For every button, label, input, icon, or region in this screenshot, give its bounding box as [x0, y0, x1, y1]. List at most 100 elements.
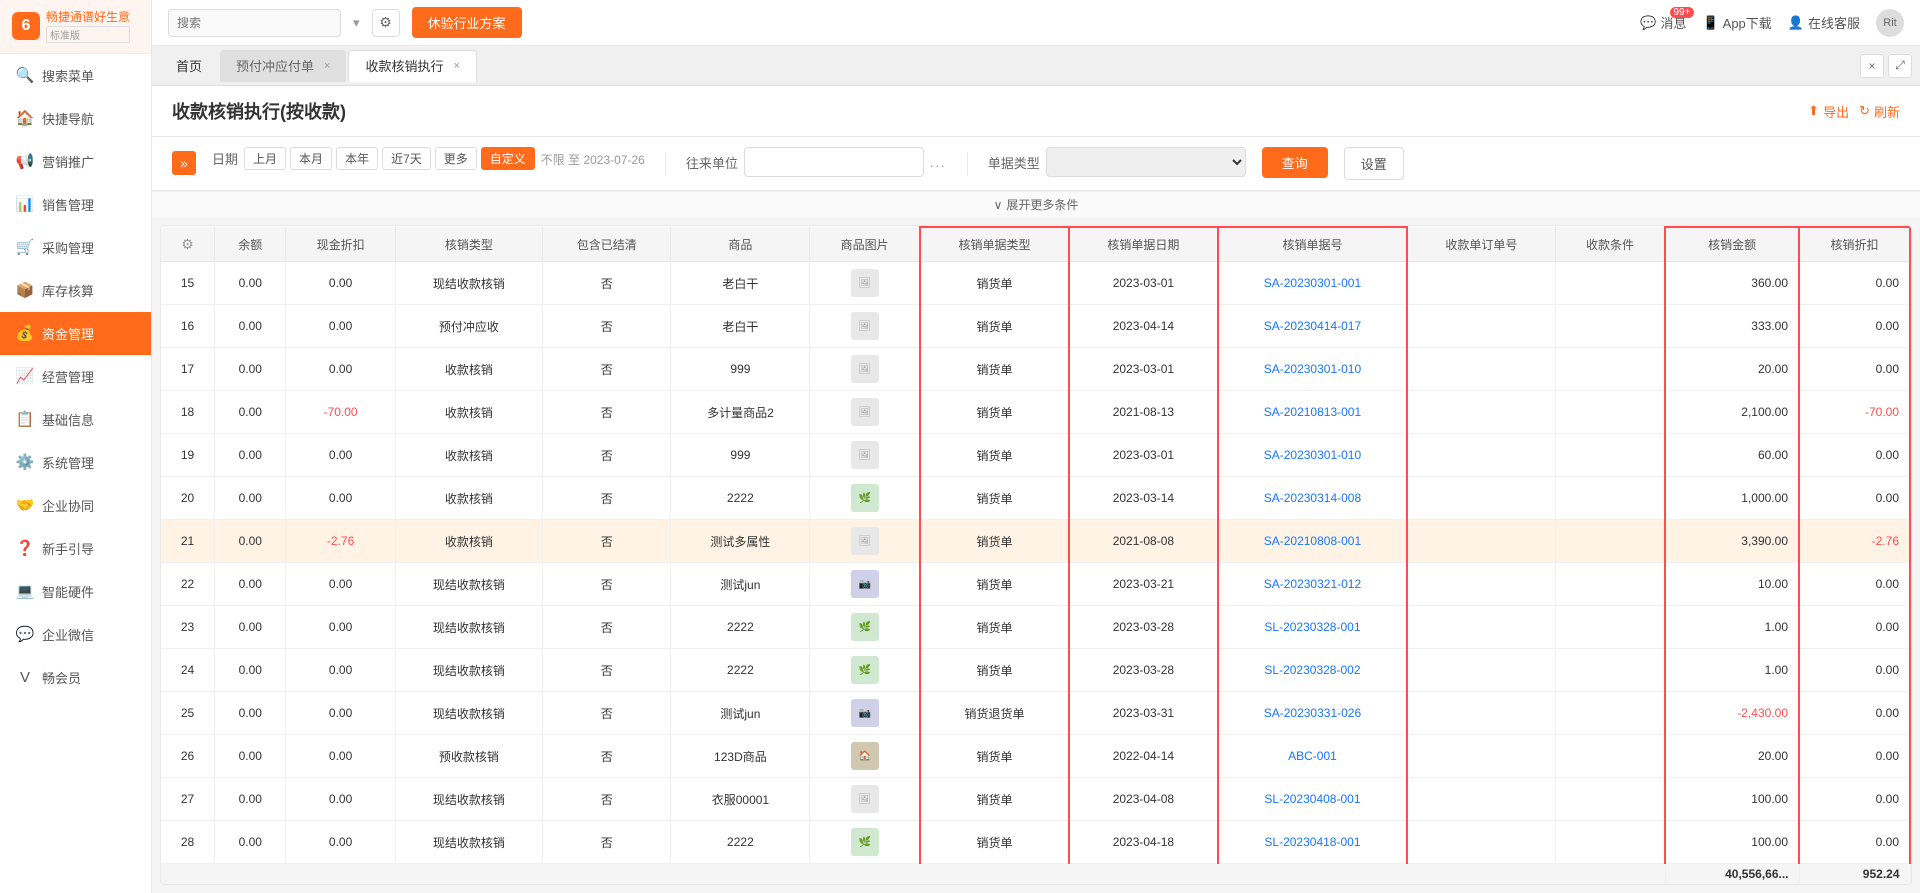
doc-no-link[interactable]: ABC-001	[1288, 749, 1337, 763]
date-last-month[interactable]: 上月	[244, 147, 286, 170]
doc-no-link[interactable]: SA-20230331-026	[1264, 706, 1361, 720]
row-product-img: 🌿	[810, 477, 920, 520]
row-doc-no[interactable]: SL-20230328-001	[1218, 606, 1407, 649]
sidebar-item-purchase[interactable]: 🛒 采购管理	[0, 226, 151, 269]
row-doc-no[interactable]: SL-20230328-002	[1218, 649, 1407, 692]
date-custom[interactable]: 自定义	[481, 147, 535, 170]
row-doc-date: 2023-03-01	[1069, 348, 1218, 391]
message-badge[interactable]: 💬 消息 99+	[1640, 13, 1686, 32]
th-settings[interactable]: ⚙	[161, 227, 215, 262]
row-doc-no[interactable]: SA-20230301-010	[1218, 434, 1407, 477]
from-unit-input[interactable]	[744, 147, 924, 177]
solution-button[interactable]: 休验行业方案	[412, 7, 522, 38]
dropdown-icon[interactable]: ▾	[353, 15, 360, 31]
row-product: 2222	[671, 477, 810, 520]
gear-button[interactable]: ⚙	[372, 9, 400, 37]
filter-expand-button[interactable]: »	[172, 151, 196, 175]
doc-type-select[interactable]	[1046, 147, 1246, 177]
date-more[interactable]: 更多	[435, 147, 477, 170]
sidebar-item-quicknav[interactable]: 🏠 快捷导航	[0, 97, 151, 140]
row-doc-no[interactable]: SL-20230418-001	[1218, 821, 1407, 864]
row-write-off-amount: 100.00	[1665, 778, 1799, 821]
sidebar-item-sales[interactable]: 📊 销售管理	[0, 183, 151, 226]
tab-receipt[interactable]: 收款核销执行 ×	[348, 50, 476, 82]
tab-home[interactable]: 首页	[160, 50, 218, 82]
tabs-actions: × ⤢	[1860, 54, 1912, 78]
sidebar-item-member[interactable]: V 畅会员	[0, 656, 151, 699]
doc-no-link[interactable]: SL-20230408-001	[1264, 792, 1360, 806]
tab-restore-btn[interactable]: ⤢	[1888, 54, 1912, 78]
sidebar-item-basic[interactable]: 📋 基础信息	[0, 398, 151, 441]
sidebar-item-marketing[interactable]: 📢 营销推广	[0, 140, 151, 183]
sidebar-item-hardware[interactable]: 💻 智能硬件	[0, 570, 151, 613]
doc-no-link[interactable]: SA-20230314-008	[1264, 491, 1361, 505]
refresh-button[interactable]: ↻ 刷新	[1859, 102, 1900, 121]
row-write-off-type: 收款核销	[395, 520, 542, 563]
date-options: 上月 本月 本年 近7天 更多 自定义	[244, 147, 535, 170]
row-doc-no[interactable]: SL-20230408-001	[1218, 778, 1407, 821]
row-doc-no[interactable]: SA-20230301-010	[1218, 348, 1407, 391]
row-doc-no[interactable]: SA-20230321-012	[1218, 563, 1407, 606]
online-service[interactable]: 👤 在线客服	[1788, 13, 1860, 32]
row-product-img: 🏠	[810, 735, 920, 778]
avatar[interactable]: Rit	[1876, 9, 1904, 37]
row-receipt-order	[1407, 305, 1555, 348]
doc-no-link[interactable]: SA-20230301-010	[1264, 448, 1361, 462]
doc-no-link[interactable]: SL-20230328-002	[1264, 663, 1360, 677]
doc-no-link[interactable]: SA-20230414-017	[1264, 319, 1361, 333]
doc-no-link[interactable]: SA-20210813-001	[1264, 405, 1361, 419]
row-doc-no[interactable]: SA-20210813-001	[1218, 391, 1407, 434]
doc-no-link[interactable]: SA-20230301-001	[1264, 276, 1361, 290]
sidebar-item-system[interactable]: ⚙️ 系统管理	[0, 441, 151, 484]
date-this-year[interactable]: 本年	[336, 147, 378, 170]
row-balance: 0.00	[215, 563, 286, 606]
row-doc-no[interactable]: SA-20230301-001	[1218, 262, 1407, 305]
row-doc-no[interactable]: SA-20230314-008	[1218, 477, 1407, 520]
row-cash-discount: 0.00	[286, 434, 395, 477]
column-settings-icon[interactable]: ⚙	[181, 236, 194, 252]
export-button[interactable]: ⬆ 导出	[1808, 102, 1849, 121]
doc-no-link[interactable]: SA-20230321-012	[1264, 577, 1361, 591]
filter-separator-2	[967, 152, 968, 176]
sidebar-item-guide[interactable]: ❓ 新手引导	[0, 527, 151, 570]
doc-no-link[interactable]: SA-20230301-010	[1264, 362, 1361, 376]
row-doc-no[interactable]: ABC-001	[1218, 735, 1407, 778]
row-doc-no[interactable]: SA-20230414-017	[1218, 305, 1407, 348]
sidebar-item-inventory[interactable]: 📦 库存核算	[0, 269, 151, 312]
row-doc-no[interactable]: SA-20210808-001	[1218, 520, 1407, 563]
search-input[interactable]	[168, 9, 341, 37]
sidebar-item-collab[interactable]: 🤝 企业协同	[0, 484, 151, 527]
doc-no-link[interactable]: SL-20230328-001	[1264, 620, 1360, 634]
query-button[interactable]: 查询	[1262, 147, 1328, 178]
tab-close-btn[interactable]: ×	[1860, 54, 1884, 78]
page-header-actions: ⬆ 导出 ↻ 刷新	[1808, 102, 1900, 121]
doc-no-link[interactable]: SL-20230418-001	[1264, 835, 1360, 849]
expand-more-row[interactable]: ∨ 展开更多条件	[152, 191, 1920, 217]
date-7days[interactable]: 近7天	[382, 147, 431, 170]
row-included: 否	[543, 692, 671, 735]
sidebar-item-search[interactable]: 🔍 搜索菜单	[0, 54, 151, 97]
topbar-right: 💬 消息 99+ 📱 App下载 👤 在线客服 Rit	[1640, 9, 1904, 37]
product-image: 🖼	[851, 441, 879, 469]
th-doc-date: 核销单据日期	[1069, 227, 1218, 262]
sidebar-item-wechat[interactable]: 💬 企业微信	[0, 613, 151, 656]
row-doc-date: 2023-03-28	[1069, 649, 1218, 692]
row-balance: 0.00	[215, 735, 286, 778]
row-doc-type: 销货单	[920, 735, 1069, 778]
row-included: 否	[543, 821, 671, 864]
sidebar-item-finance[interactable]: 💰 资金管理	[0, 312, 151, 355]
tab-receipt-close[interactable]: ×	[453, 60, 459, 72]
row-id: 15	[161, 262, 215, 305]
settings-button[interactable]: 设置	[1344, 147, 1404, 180]
tab-prepay-close[interactable]: ×	[324, 60, 330, 72]
app-download[interactable]: 📱 App下载	[1702, 13, 1771, 32]
row-balance: 0.00	[215, 821, 286, 864]
row-write-off-amount: 20.00	[1665, 735, 1799, 778]
row-write-off-amount: 1.00	[1665, 606, 1799, 649]
date-this-month[interactable]: 本月	[290, 147, 332, 170]
row-doc-no[interactable]: SA-20230331-026	[1218, 692, 1407, 735]
sidebar-item-business[interactable]: 📈 经营管理	[0, 355, 151, 398]
doc-no-link[interactable]: SA-20210808-001	[1264, 534, 1361, 548]
tab-prepay[interactable]: 预付冲应付单 ×	[220, 50, 346, 82]
table-row: 18 0.00 -70.00 收款核销 否 多计量商品2 🖼 销货单 2021-…	[161, 391, 1910, 434]
